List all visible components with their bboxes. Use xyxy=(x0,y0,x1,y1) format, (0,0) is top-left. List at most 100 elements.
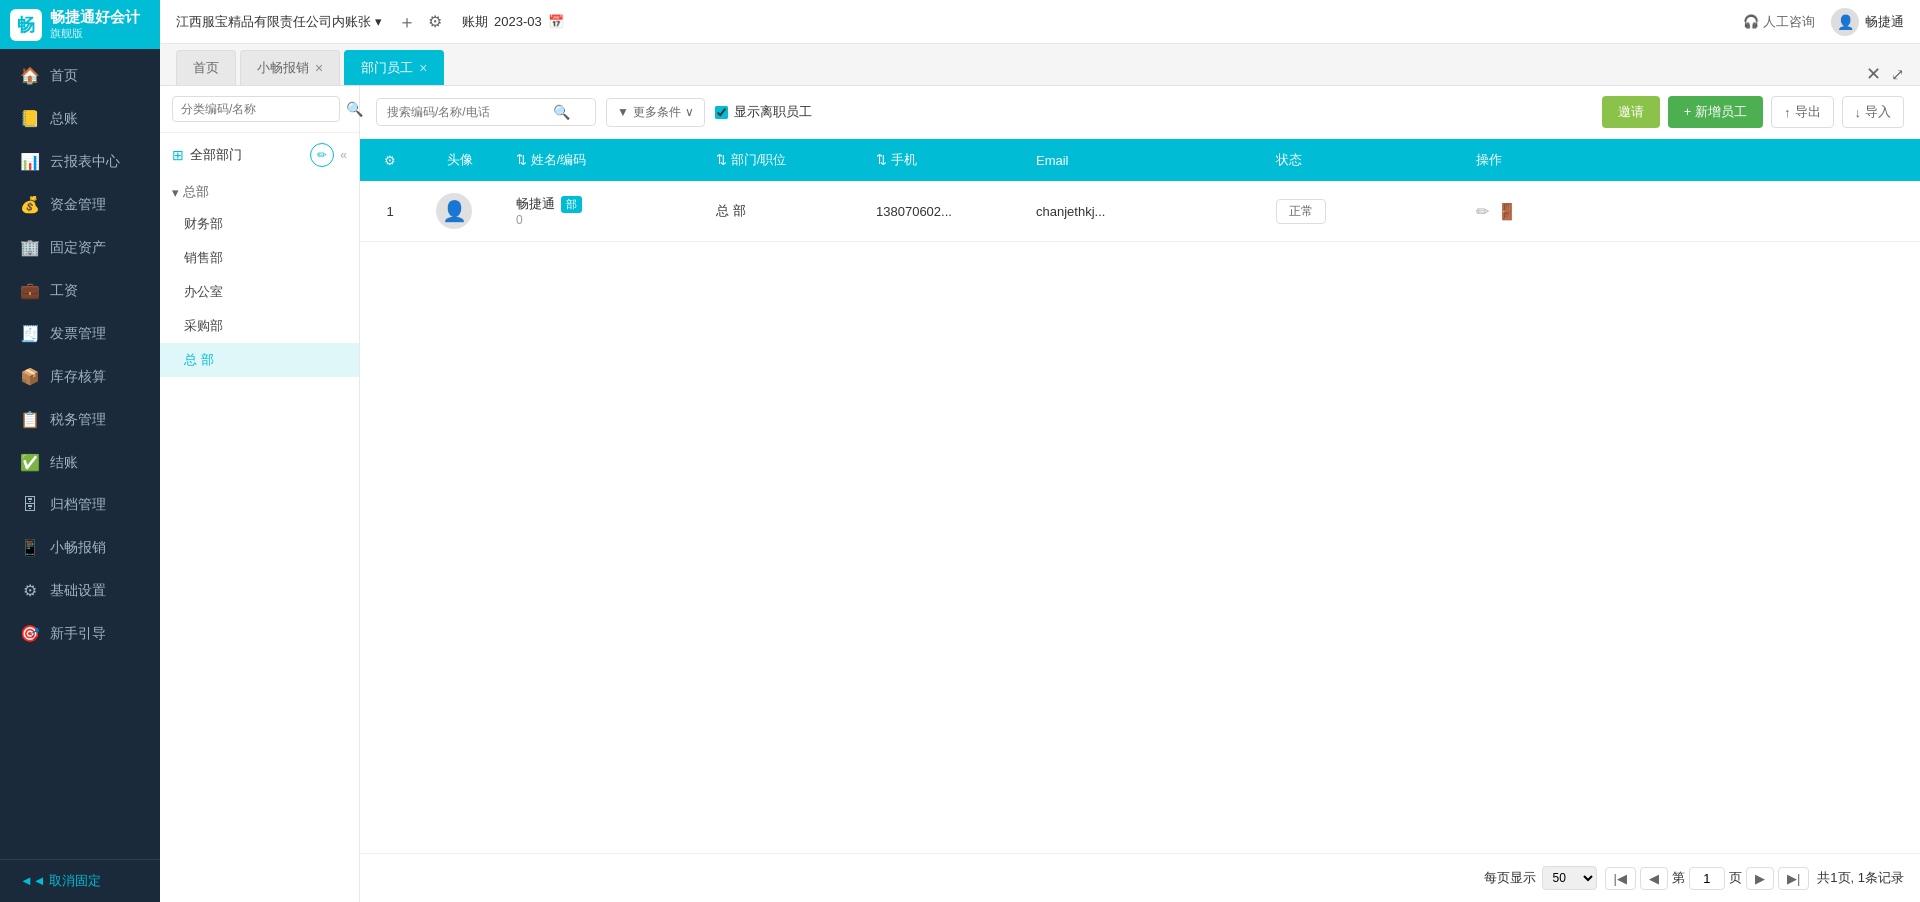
import-label: 导入 xyxy=(1865,103,1891,121)
sidebar: 畅 畅捷通好会计 旗舰版 🏠 首页 📒 总账 📊 云报表中心 💰 资金管理 🏢 … xyxy=(0,0,160,902)
xiaochang-icon: 📱 xyxy=(20,538,40,557)
total-records-label: 共1页, 1条记录 xyxy=(1817,869,1904,887)
sidebar-item-funds[interactable]: 💰 资金管理 xyxy=(0,183,160,226)
export-button[interactable]: ↑ 导出 xyxy=(1771,96,1834,128)
sidebar-item-invoice[interactable]: 🧾 发票管理 xyxy=(0,312,160,355)
employee-avatar: 👤 xyxy=(436,193,472,229)
tab-dept-employee[interactable]: 部门员工 × xyxy=(344,50,444,85)
sidebar-item-guide[interactable]: 🎯 新手引导 xyxy=(0,612,160,655)
archive-icon: 🗄 xyxy=(20,496,40,514)
dept-search-input[interactable] xyxy=(172,96,340,122)
filter-button[interactable]: ▼ 更多条件 ∨ xyxy=(606,98,705,127)
show-resigned-checkbox[interactable] xyxy=(715,106,728,119)
main-area: 江西服宝精品有限责任公司内账张 ▾ ＋ ⚙ 账期 2023-03 📅 🎧 人工咨… xyxy=(160,0,1920,902)
col-phone[interactable]: ⇅ 手机 xyxy=(860,139,1020,181)
dept-label-office: 办公室 xyxy=(184,284,223,299)
dept-node-office[interactable]: 办公室 xyxy=(160,275,359,309)
prev-page-button[interactable]: ◀ xyxy=(1640,867,1668,890)
import-button[interactable]: ↓ 导入 xyxy=(1842,96,1905,128)
col-action: 操作 xyxy=(1460,139,1920,181)
delete-button[interactable]: 🚪 xyxy=(1497,202,1517,221)
cell-email: chanjethkj... xyxy=(1020,181,1260,242)
col-settings[interactable]: ⚙ xyxy=(360,139,420,181)
close-window-button[interactable]: ✕ xyxy=(1866,63,1881,85)
sidebar-item-inventory[interactable]: 📦 库存核算 xyxy=(0,355,160,398)
page-label: 页 xyxy=(1729,869,1742,887)
chevron-filter-icon: ∨ xyxy=(685,105,694,119)
export-icon: ↑ xyxy=(1784,105,1791,120)
export-label: 导出 xyxy=(1795,103,1821,121)
period-value: 2023-03 xyxy=(494,14,542,29)
sidebar-logo[interactable]: 畅 畅捷通好会计 旗舰版 xyxy=(0,0,160,49)
dept-all-label[interactable]: 全部部门 xyxy=(190,146,304,164)
sidebar-item-checkout[interactable]: ✅ 结账 xyxy=(0,441,160,484)
add-tab-button[interactable]: ＋ xyxy=(398,10,416,34)
employee-search-input[interactable] xyxy=(387,105,547,119)
dept-node-general-sub[interactable]: 总 部 xyxy=(160,343,359,377)
invite-button[interactable]: 邀请 xyxy=(1602,96,1660,128)
dept-collapse-icon[interactable]: « xyxy=(340,148,347,162)
sidebar-item-home[interactable]: 🏠 首页 xyxy=(0,54,160,97)
user-menu[interactable]: 👤 畅捷通 xyxy=(1831,8,1904,36)
col-name[interactable]: ⇅ 姓名/编码 xyxy=(500,139,700,181)
cell-name: 畅捷通 部 0 xyxy=(500,181,700,242)
sidebar-item-reports[interactable]: 📊 云报表中心 xyxy=(0,140,160,183)
sort-phone-icon: ⇅ xyxy=(876,152,887,167)
sidebar-label-tax: 税务管理 xyxy=(50,411,106,429)
sidebar-item-archive[interactable]: 🗄 归档管理 xyxy=(0,484,160,526)
sidebar-label-reports: 云报表中心 xyxy=(50,153,120,171)
sidebar-label-basic: 基础设置 xyxy=(50,582,106,600)
customer-service-button[interactable]: 🎧 人工咨询 xyxy=(1743,13,1815,31)
dept-node-sales[interactable]: 销售部 xyxy=(160,241,359,275)
tab-dept-label: 部门员工 xyxy=(361,59,413,77)
sidebar-item-tax[interactable]: 📋 税务管理 xyxy=(0,398,160,441)
period-selector[interactable]: 账期 2023-03 📅 xyxy=(462,13,564,31)
dept-edit-button[interactable]: ✏ xyxy=(310,143,334,167)
tab-dept-close[interactable]: × xyxy=(419,61,427,75)
employee-search-icon[interactable]: 🔍 xyxy=(553,104,570,120)
show-resigned-checkbox-label[interactable]: 显示离职员工 xyxy=(715,103,812,121)
dept-node-finance[interactable]: 财务部 xyxy=(160,207,359,241)
sidebar-item-salary[interactable]: 💼 工资 xyxy=(0,269,160,312)
tab-xiaochang[interactable]: 小畅报销 × xyxy=(240,50,340,85)
employee-badge: 部 xyxy=(561,196,582,213)
employee-toolbar: 🔍 ▼ 更多条件 ∨ 显示离职员工 邀请 + 新增员工 ↑ 导出 xyxy=(360,86,1920,139)
add-employee-button[interactable]: + 新增员工 xyxy=(1668,96,1763,128)
sidebar-item-assets[interactable]: 🏢 固定资产 xyxy=(0,226,160,269)
dept-label-general[interactable]: 总部 xyxy=(183,183,209,201)
sidebar-item-xiaochang[interactable]: 📱 小畅报销 xyxy=(0,526,160,569)
funds-icon: 💰 xyxy=(20,195,40,214)
dept-node-purchase[interactable]: 采购部 xyxy=(160,309,359,343)
next-page-button[interactable]: ▶ xyxy=(1746,867,1774,890)
first-page-button[interactable]: |◀ xyxy=(1605,867,1636,890)
sort-dept-icon: ⇅ xyxy=(716,152,727,167)
sidebar-label-checkout: 结账 xyxy=(50,454,78,472)
col-phone-label: 手机 xyxy=(891,152,917,167)
tab-home[interactable]: 首页 xyxy=(176,50,236,85)
col-dept[interactable]: ⇅ 部门/职位 xyxy=(700,139,860,181)
company-selector[interactable]: 江西服宝精品有限责任公司内账张 ▾ xyxy=(176,13,382,31)
filter-label: 更多条件 xyxy=(633,104,681,121)
page-size-label: 每页显示 xyxy=(1484,869,1536,887)
sidebar-label-assets: 固定资产 xyxy=(50,239,106,257)
service-label: 人工咨询 xyxy=(1763,13,1815,31)
dept-label-finance: 财务部 xyxy=(184,216,223,231)
settings-icon[interactable]: ⚙ xyxy=(428,12,442,31)
sidebar-item-basic[interactable]: ⚙ 基础设置 xyxy=(0,569,160,612)
invoice-icon: 🧾 xyxy=(20,324,40,343)
page-size-select[interactable]: 50 100 200 xyxy=(1542,866,1597,890)
col-settings-icon[interactable]: ⚙ xyxy=(384,153,396,168)
sidebar-unpin-button[interactable]: ◄◄ 取消固定 xyxy=(0,859,160,902)
show-resigned-label: 显示离职员工 xyxy=(734,103,812,121)
chevron-down-icon: ▾ xyxy=(375,14,382,29)
employee-code: 0 xyxy=(516,213,684,227)
topbar: 江西服宝精品有限责任公司内账张 ▾ ＋ ⚙ 账期 2023-03 📅 🎧 人工咨… xyxy=(160,0,1920,44)
sidebar-item-ledger[interactable]: 📒 总账 xyxy=(0,97,160,140)
sidebar-bottom-label: ◄◄ 取消固定 xyxy=(20,872,101,890)
last-page-button[interactable]: ▶| xyxy=(1778,867,1809,890)
page-input[interactable] xyxy=(1689,867,1725,890)
expand-window-button[interactable]: ⤢ xyxy=(1891,65,1904,84)
edit-button[interactable]: ✏ xyxy=(1476,202,1489,221)
tab-xiaochang-close[interactable]: × xyxy=(315,61,323,75)
sidebar-label-funds: 资金管理 xyxy=(50,196,106,214)
